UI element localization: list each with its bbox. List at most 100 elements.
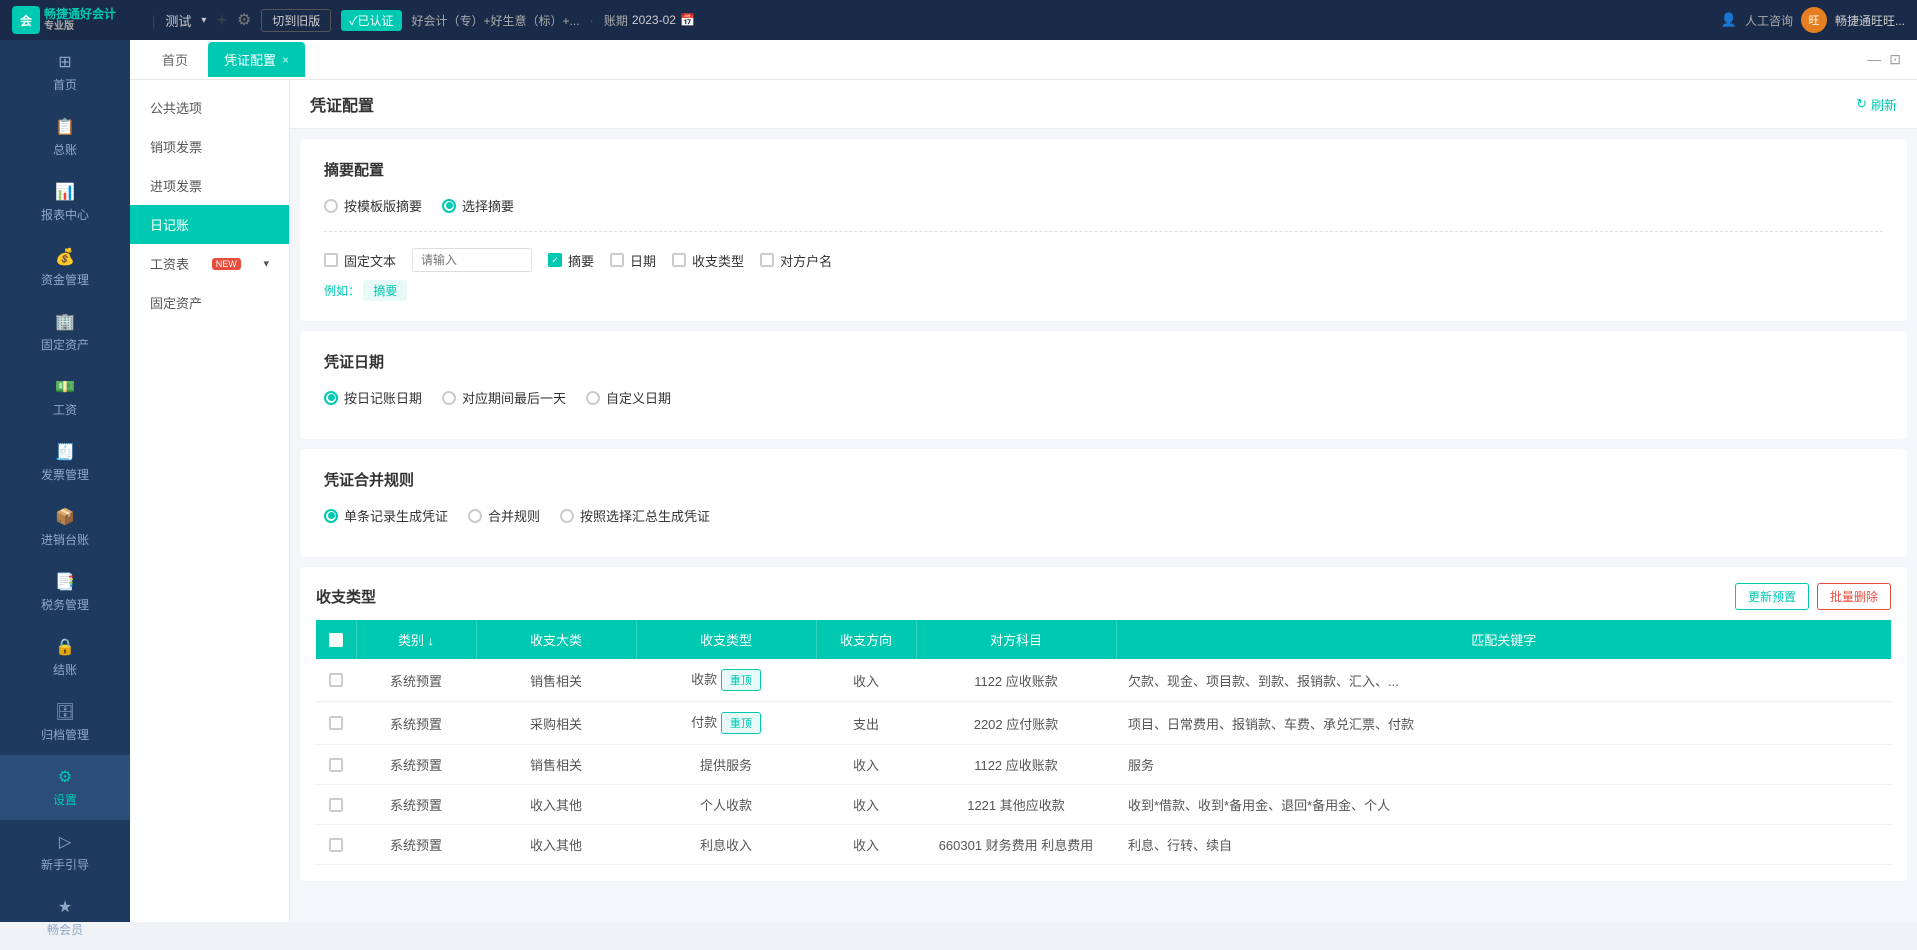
sidebar-item-guide[interactable]: ▷ 新手引导 bbox=[0, 820, 130, 885]
td-category: 系统预置 bbox=[356, 785, 476, 825]
td-checkbox[interactable] bbox=[316, 659, 356, 702]
checkbox-counterpart-box bbox=[760, 253, 774, 267]
left-nav-purchase-invoice[interactable]: 进项发票 bbox=[130, 166, 289, 205]
radio-single-record[interactable]: 单条记录生成凭证 bbox=[324, 506, 448, 525]
refresh-btn[interactable]: ↻ 刷新 bbox=[1856, 95, 1897, 114]
td-checkbox[interactable] bbox=[316, 785, 356, 825]
top-header: 会 畅捷通好会计 专业版 | 测试 ▾ + ⚙ 切到旧版 ✓已认证 好会计（专）… bbox=[0, 0, 1917, 40]
refresh-icon: ↻ bbox=[1856, 96, 1867, 112]
support-label[interactable]: 人工咨询 bbox=[1745, 12, 1793, 29]
reset-btn[interactable]: 重顶 bbox=[721, 669, 761, 691]
td-major: 采购相关 bbox=[476, 702, 636, 745]
tab-expand-icon[interactable]: ⊡ bbox=[1889, 51, 1901, 68]
chevron-down-icon[interactable]: ▾ bbox=[201, 15, 206, 26]
radio-select-total-circle bbox=[560, 509, 574, 523]
table-actions: 更新预置 批量删除 bbox=[1735, 583, 1891, 610]
td-checkbox[interactable] bbox=[316, 745, 356, 785]
sidebar-item-salary[interactable]: 💵 工资 bbox=[0, 365, 130, 430]
td-direction: 收入 bbox=[816, 785, 916, 825]
select-all-checkbox[interactable] bbox=[329, 633, 343, 647]
fixed-assets-icon: 🏢 bbox=[55, 312, 75, 332]
radio-circle-checked bbox=[442, 199, 456, 213]
tab-home[interactable]: 首页 bbox=[146, 42, 204, 77]
checkbox-payment-type[interactable]: 收支类型 bbox=[672, 251, 744, 270]
td-checkbox[interactable] bbox=[316, 825, 356, 865]
td-direction: 收入 bbox=[816, 825, 916, 865]
sidebar-item-archive[interactable]: 🗄 归档管理 bbox=[0, 690, 130, 755]
tab-voucher-config[interactable]: 凭证配置 × bbox=[208, 42, 305, 77]
sidebar-item-invoice[interactable]: 🧾 发票管理 bbox=[0, 430, 130, 495]
certified-tag: ✓已认证 bbox=[341, 10, 401, 31]
calendar-icon[interactable]: 📅 bbox=[680, 13, 695, 27]
sidebar-item-close[interactable]: 🔒 结账 bbox=[0, 625, 130, 690]
sidebar-item-tax[interactable]: 📑 税务管理 bbox=[0, 560, 130, 625]
invoice-icon: 🧾 bbox=[55, 442, 75, 462]
radio-merge-rule[interactable]: 合并规则 bbox=[468, 506, 540, 525]
checkbox-date-box bbox=[610, 253, 624, 267]
td-type: 个人收款 bbox=[636, 785, 816, 825]
sidebar-item-member[interactable]: ★ 畅会员 bbox=[0, 885, 130, 950]
radio-circle bbox=[324, 199, 338, 213]
batch-delete-btn[interactable]: 批量删除 bbox=[1817, 583, 1891, 610]
sidebar-item-label: 进销台账 bbox=[41, 531, 89, 548]
checkbox-summary[interactable]: 摘要 bbox=[548, 251, 594, 270]
content-panel: 凭证配置 ↻ 刷新 摘要配置 按模板版摘要 bbox=[290, 80, 1917, 922]
table-row: 系统预置 收入其他 个人收款 收入 1221 其他应收款 收到*借款、收到*备用… bbox=[316, 785, 1891, 825]
td-category: 系统预置 bbox=[356, 825, 476, 865]
sidebar-item-label: 结账 bbox=[53, 661, 77, 678]
td-keyword: 收到*借款、收到*备用金、退回*备用金、个人 bbox=[1116, 785, 1891, 825]
td-subject: 2202 应付账款 bbox=[916, 702, 1116, 745]
left-nav-payroll[interactable]: 工资表 NEW ▾ bbox=[130, 244, 289, 283]
reset-btn[interactable]: 重顶 bbox=[721, 712, 761, 734]
radio-select-summary[interactable]: 选择摘要 bbox=[442, 196, 514, 215]
td-major: 收入其他 bbox=[476, 785, 636, 825]
left-nav-fixed-assets[interactable]: 固定资产 bbox=[130, 283, 289, 322]
new-badge: NEW bbox=[212, 258, 241, 270]
sidebar-item-label: 资金管理 bbox=[41, 271, 89, 288]
radio-template-summary[interactable]: 按模板版摘要 bbox=[324, 196, 422, 215]
sidebar-item-label: 工资 bbox=[53, 401, 77, 418]
sidebar-item-ledger[interactable]: 📋 总账 bbox=[0, 105, 130, 170]
fixed-text-input[interactable] bbox=[412, 248, 532, 272]
checkbox-fixed-text[interactable]: 固定文本 bbox=[324, 251, 396, 270]
left-nav-journal[interactable]: 日记账 bbox=[130, 205, 289, 244]
td-type: 收款 重顶 bbox=[636, 659, 816, 702]
sidebar-item-label: 新手引导 bbox=[41, 856, 89, 873]
user-name[interactable]: 畅捷通旺旺... bbox=[1835, 12, 1905, 29]
archive-icon: 🗄 bbox=[55, 702, 75, 722]
sidebar-item-purchase[interactable]: 📦 进销台账 bbox=[0, 495, 130, 560]
sidebar-item-reports[interactable]: 📊 报表中心 bbox=[0, 170, 130, 235]
sidebar-item-funds[interactable]: 💰 资金管理 bbox=[0, 235, 130, 300]
radio-journal-date[interactable]: 按日记账日期 bbox=[324, 388, 422, 407]
logo: 会 畅捷通好会计 专业版 bbox=[12, 6, 142, 34]
radio-select-total[interactable]: 按照选择汇总生成凭证 bbox=[560, 506, 710, 525]
user-section: 👤 人工咨询 旺 畅捷通旺旺... bbox=[1721, 7, 1905, 33]
tab-minimize-icon[interactable]: — bbox=[1867, 51, 1881, 68]
sidebar-item-settings[interactable]: ⚙ 设置 bbox=[0, 755, 130, 820]
expand-arrow-icon: ▾ bbox=[263, 257, 269, 270]
switch-old-btn[interactable]: 切到旧版 bbox=[261, 9, 331, 32]
sidebar-item-label: 归档管理 bbox=[41, 726, 89, 743]
table-row: 系统预置 销售相关 收款 重顶 收入 1122 应收账款 欠款、现金、项目款、到… bbox=[316, 659, 1891, 702]
checkbox-payment-type-box bbox=[672, 253, 686, 267]
td-type: 利息收入 bbox=[636, 825, 816, 865]
left-nav-sales-invoice[interactable]: 销项发票 bbox=[130, 127, 289, 166]
summary-section: 摘要配置 按模板版摘要 选择摘要 bbox=[300, 139, 1907, 321]
tab-close-icon[interactable]: × bbox=[282, 53, 289, 67]
example-tag: 摘要 bbox=[363, 280, 407, 301]
radio-last-day[interactable]: 对应期间最后一天 bbox=[442, 388, 566, 407]
test-name: 测试 bbox=[165, 11, 191, 30]
checkbox-counterpart[interactable]: 对方户名 bbox=[760, 251, 832, 270]
td-subject: 1122 应收账款 bbox=[916, 659, 1116, 702]
td-checkbox[interactable] bbox=[316, 702, 356, 745]
th-category[interactable]: 类别 ↓ bbox=[356, 620, 476, 659]
update-preset-btn[interactable]: 更新预置 bbox=[1735, 583, 1809, 610]
left-nav-public[interactable]: 公共选项 bbox=[130, 88, 289, 127]
th-checkbox bbox=[316, 620, 356, 659]
sidebar-item-home[interactable]: ⊞ 首页 bbox=[0, 40, 130, 105]
radio-custom-date[interactable]: 自定义日期 bbox=[586, 388, 671, 407]
td-subject: 660301 财务费用 利息费用 bbox=[916, 825, 1116, 865]
table-row: 系统预置 采购相关 付款 重顶 支出 2202 应付账款 项目、日常费用、报销款… bbox=[316, 702, 1891, 745]
sidebar-item-fixed-assets[interactable]: 🏢 固定资产 bbox=[0, 300, 130, 365]
checkbox-date[interactable]: 日期 bbox=[610, 251, 656, 270]
